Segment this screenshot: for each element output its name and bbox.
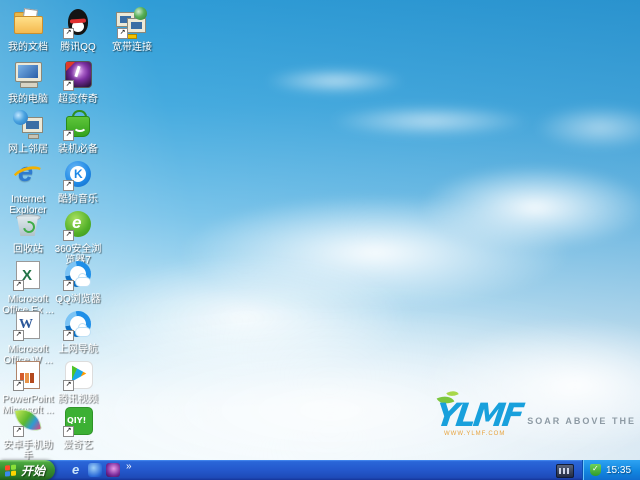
- shortcut-arrow-icon: [13, 330, 24, 341]
- powerpoint-icon: [11, 358, 45, 392]
- kugou-music-icon: [61, 158, 95, 192]
- software-essentials-icon: [61, 108, 95, 142]
- quick-launch-overflow-chevron[interactable]: »: [126, 460, 132, 474]
- quick-launch-ie-icon[interactable]: [70, 463, 84, 477]
- desktop-icon-recycle-bin[interactable]: 回收站: [0, 208, 56, 255]
- windows-logo-icon: [5, 463, 17, 476]
- shortcut-arrow-icon: [13, 280, 24, 291]
- my-documents-icon: [11, 6, 45, 40]
- 360-safe-browser-icon: [61, 208, 95, 242]
- start-button[interactable]: 开始: [0, 460, 55, 480]
- icon-label: 爱奇艺: [50, 440, 106, 451]
- desktop-icon-web-navigation[interactable]: 上网导航: [50, 308, 106, 355]
- shortcut-arrow-icon: [63, 280, 74, 291]
- icon-label: 我的电脑: [0, 94, 56, 105]
- logo-text: YLMF: [434, 402, 523, 428]
- desktop-icon-network-places[interactable]: 网上邻居: [0, 108, 56, 155]
- icon-label: QQ浏览器: [50, 294, 106, 305]
- cloud: [420, 165, 640, 250]
- shortcut-arrow-icon: [63, 330, 74, 341]
- start-button-label: 开始: [21, 462, 45, 479]
- desktop-icon-tencent-qq[interactable]: 腾讯QQ: [50, 6, 106, 53]
- desktop-icon-legend-game[interactable]: 超变传奇: [50, 58, 106, 105]
- excel-icon: [11, 258, 45, 292]
- icon-label: 我的文档: [0, 42, 56, 53]
- iqiyi-icon: [61, 404, 95, 438]
- clock[interactable]: 15:35: [606, 465, 631, 476]
- shortcut-arrow-icon: [63, 180, 74, 191]
- quick-launch-bar: »: [70, 460, 132, 480]
- desktop-icon-my-documents[interactable]: 我的文档: [0, 6, 56, 53]
- shortcut-arrow-icon: [117, 28, 128, 39]
- shortcut-arrow-icon: [63, 28, 74, 39]
- qq-browser-icon: [61, 258, 95, 292]
- shortcut-arrow-icon: [63, 380, 74, 391]
- network-places-icon: [11, 108, 45, 142]
- tencent-qq-icon: [61, 6, 95, 40]
- desktop-icon-iqiyi[interactable]: 爱奇艺: [50, 404, 106, 451]
- internet-explorer-icon: [11, 158, 45, 192]
- my-computer-icon: [11, 58, 45, 92]
- shortcut-arrow-icon: [13, 380, 24, 391]
- desktop-icon-broadband-connection[interactable]: 宽带连接: [104, 6, 160, 53]
- shortcut-arrow-icon: [13, 426, 24, 437]
- system-tray: 15:35: [582, 460, 640, 480]
- icon-label: 腾讯QQ: [50, 42, 106, 53]
- icon-label: 安卓手机助手: [0, 440, 56, 462]
- ylmf-logo: YLMF SOAR ABOVE THE SKY WWW.YLMF.COM: [436, 402, 640, 428]
- legend-game-icon: [61, 58, 95, 92]
- taskbar: 开始 » 15:35: [0, 460, 640, 480]
- web-navigation-icon: [61, 308, 95, 342]
- icon-label: 上网导航: [50, 344, 106, 355]
- icon-label: 宽带连接: [104, 42, 160, 53]
- shortcut-arrow-icon: [63, 80, 74, 91]
- shortcut-arrow-icon: [63, 230, 74, 241]
- desktop-icon-my-computer[interactable]: 我的电脑: [0, 58, 56, 105]
- cloud: [330, 105, 530, 137]
- desktop-icon-kugou-music[interactable]: 酷狗音乐: [50, 158, 106, 205]
- icon-label: 超变传奇: [50, 94, 106, 105]
- icon-label: 回收站: [0, 244, 56, 255]
- broadband-connection-icon: [115, 6, 149, 40]
- desktop-icon-qq-browser[interactable]: QQ浏览器: [50, 258, 106, 305]
- logo-tagline: SOAR ABOVE THE SKY: [527, 416, 640, 428]
- language-bar-keyboard-icon[interactable]: [556, 464, 574, 478]
- desktop-icon-phone-assistant[interactable]: 安卓手机助手: [0, 404, 56, 462]
- security-tray-icon[interactable]: [590, 464, 601, 476]
- quick-launch-browser-icon[interactable]: [88, 463, 102, 477]
- icon-label: 网上邻居: [0, 144, 56, 155]
- word-icon: [11, 308, 45, 342]
- quick-launch-game-icon[interactable]: [106, 463, 120, 477]
- desktop-icon-software-essentials[interactable]: 装机必备: [50, 108, 106, 155]
- cloud: [265, 68, 405, 94]
- desktop: 我的文档 我的电脑 网上邻居 Internet Explorer 回收站 Mic…: [0, 0, 640, 480]
- icon-label: 装机必备: [50, 144, 106, 155]
- phone-assistant-icon: [11, 404, 45, 438]
- recycle-bin-icon: [11, 208, 45, 242]
- shortcut-arrow-icon: [63, 130, 74, 141]
- desktop-icon-tencent-video[interactable]: 腾讯视频: [50, 358, 106, 405]
- shortcut-arrow-icon: [63, 426, 74, 437]
- logo-url: WWW.YLMF.COM: [444, 431, 505, 437]
- tencent-video-icon: [61, 358, 95, 392]
- icon-label: 酷狗音乐: [50, 194, 106, 205]
